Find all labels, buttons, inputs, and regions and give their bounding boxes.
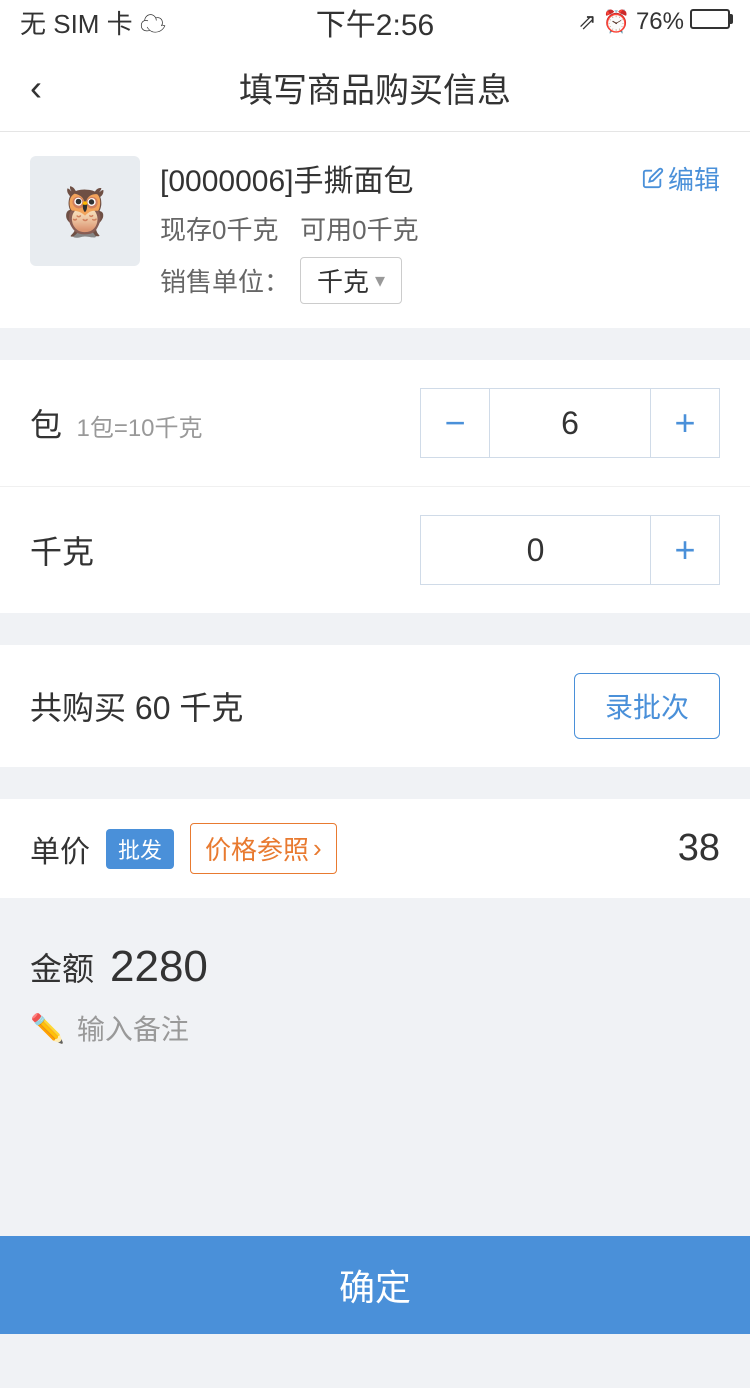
status-left: 无 SIM 卡 ☁ (20, 4, 166, 41)
bao-label-group: 包 1包=10千克 (30, 400, 203, 446)
bao-row: 包 1包=10千克 − + (0, 360, 750, 487)
product-card: 🦉 [0000006]手撕面包 编辑 现存0千克 可用0千克 销售单位： 千克 … (0, 132, 750, 328)
edit-button[interactable]: 编辑 (642, 160, 720, 197)
confirm-button[interactable]: 确定 (0, 1236, 750, 1334)
unit-label: 销售单位： (160, 262, 290, 299)
battery-icon (690, 8, 730, 36)
note-row[interactable]: ✏️ 输入备注 (30, 1008, 720, 1048)
separator-3 (0, 783, 750, 799)
bao-quantity-control: − + (420, 388, 720, 458)
batch-button[interactable]: 录批次 (574, 673, 720, 739)
total-label: 共购买 60 千克 (30, 683, 243, 729)
kg-quantity-input[interactable] (420, 515, 650, 585)
bao-sublabel: 1包=10千克 (76, 415, 202, 442)
product-info: [0000006]手撕面包 编辑 现存0千克 可用0千克 销售单位： 千克 ▾ (160, 156, 720, 304)
back-button[interactable]: ‹ (30, 67, 42, 109)
status-right: ⇗ ⏰ 76% (578, 8, 730, 36)
bao-minus-button[interactable]: − (420, 388, 490, 458)
page-title: 填写商品购买信息 (239, 63, 511, 112)
amount-section: 金额 2280 ✏️ 输入备注 (0, 914, 750, 1048)
sim-status: 无 SIM 卡 ☁ (20, 4, 166, 41)
bottom-space (0, 1048, 750, 1388)
product-unit-row: 销售单位： 千克 ▾ (160, 257, 720, 304)
unit-select[interactable]: 千克 ▾ (300, 257, 402, 304)
nav-bar: ‹ 填写商品购买信息 (0, 44, 750, 132)
status-bar: 无 SIM 卡 ☁ 下午2:56 ⇗ ⏰ 76% (0, 0, 750, 44)
status-time: 下午2:56 (316, 0, 434, 44)
chevron-down-icon: ▾ (375, 268, 385, 293)
separator-2 (0, 629, 750, 645)
stock-current: 现存0千克 (160, 215, 278, 245)
kg-label-group: 千克 (30, 527, 94, 573)
product-image: 🦉 (30, 156, 140, 266)
bao-label: 包 (30, 407, 62, 443)
kg-row: 千克 + (0, 487, 750, 613)
price-label: 单价 (30, 827, 90, 871)
product-name: [0000006]手撕面包 (160, 156, 413, 200)
product-name-row: [0000006]手撕面包 编辑 (160, 156, 720, 200)
battery-percent: 76% (636, 8, 684, 36)
location-icon: ⇗ (578, 9, 596, 35)
price-section: 单价 批发 价格参照 › 38 (0, 799, 750, 898)
product-thumbnail: 🦉 (55, 183, 115, 240)
note-placeholder: 输入备注 (77, 1008, 189, 1048)
price-ref-label: 价格参照 (205, 830, 309, 867)
bao-quantity-input[interactable] (490, 388, 650, 458)
product-stock: 现存0千克 可用0千克 (160, 210, 720, 247)
price-tag: 批发 (106, 829, 174, 869)
amount-value: 2280 (110, 942, 208, 992)
price-row: 单价 批发 价格参照 › 38 (30, 823, 720, 874)
kg-plus-button[interactable]: + (650, 515, 720, 585)
separator-1 (0, 344, 750, 360)
pencil-icon: ✏️ (30, 1012, 65, 1045)
unit-value: 千克 (317, 262, 369, 299)
kg-label: 千克 (30, 534, 94, 570)
bao-plus-button[interactable]: + (650, 388, 720, 458)
amount-row: 金额 2280 (30, 942, 720, 992)
alarm-icon: ⏰ (603, 9, 630, 35)
quantity-section: 包 1包=10千克 − + 千克 + (0, 360, 750, 613)
amount-label: 金额 (30, 944, 94, 990)
kg-quantity-control: + (420, 515, 720, 585)
price-value: 38 (678, 827, 720, 870)
total-row: 共购买 60 千克 录批次 (0, 645, 750, 767)
price-ref-button[interactable]: 价格参照 › (190, 823, 337, 874)
stock-available: 可用0千克 (300, 215, 418, 245)
edit-label: 编辑 (668, 160, 720, 197)
price-chevron-icon: › (313, 833, 322, 864)
